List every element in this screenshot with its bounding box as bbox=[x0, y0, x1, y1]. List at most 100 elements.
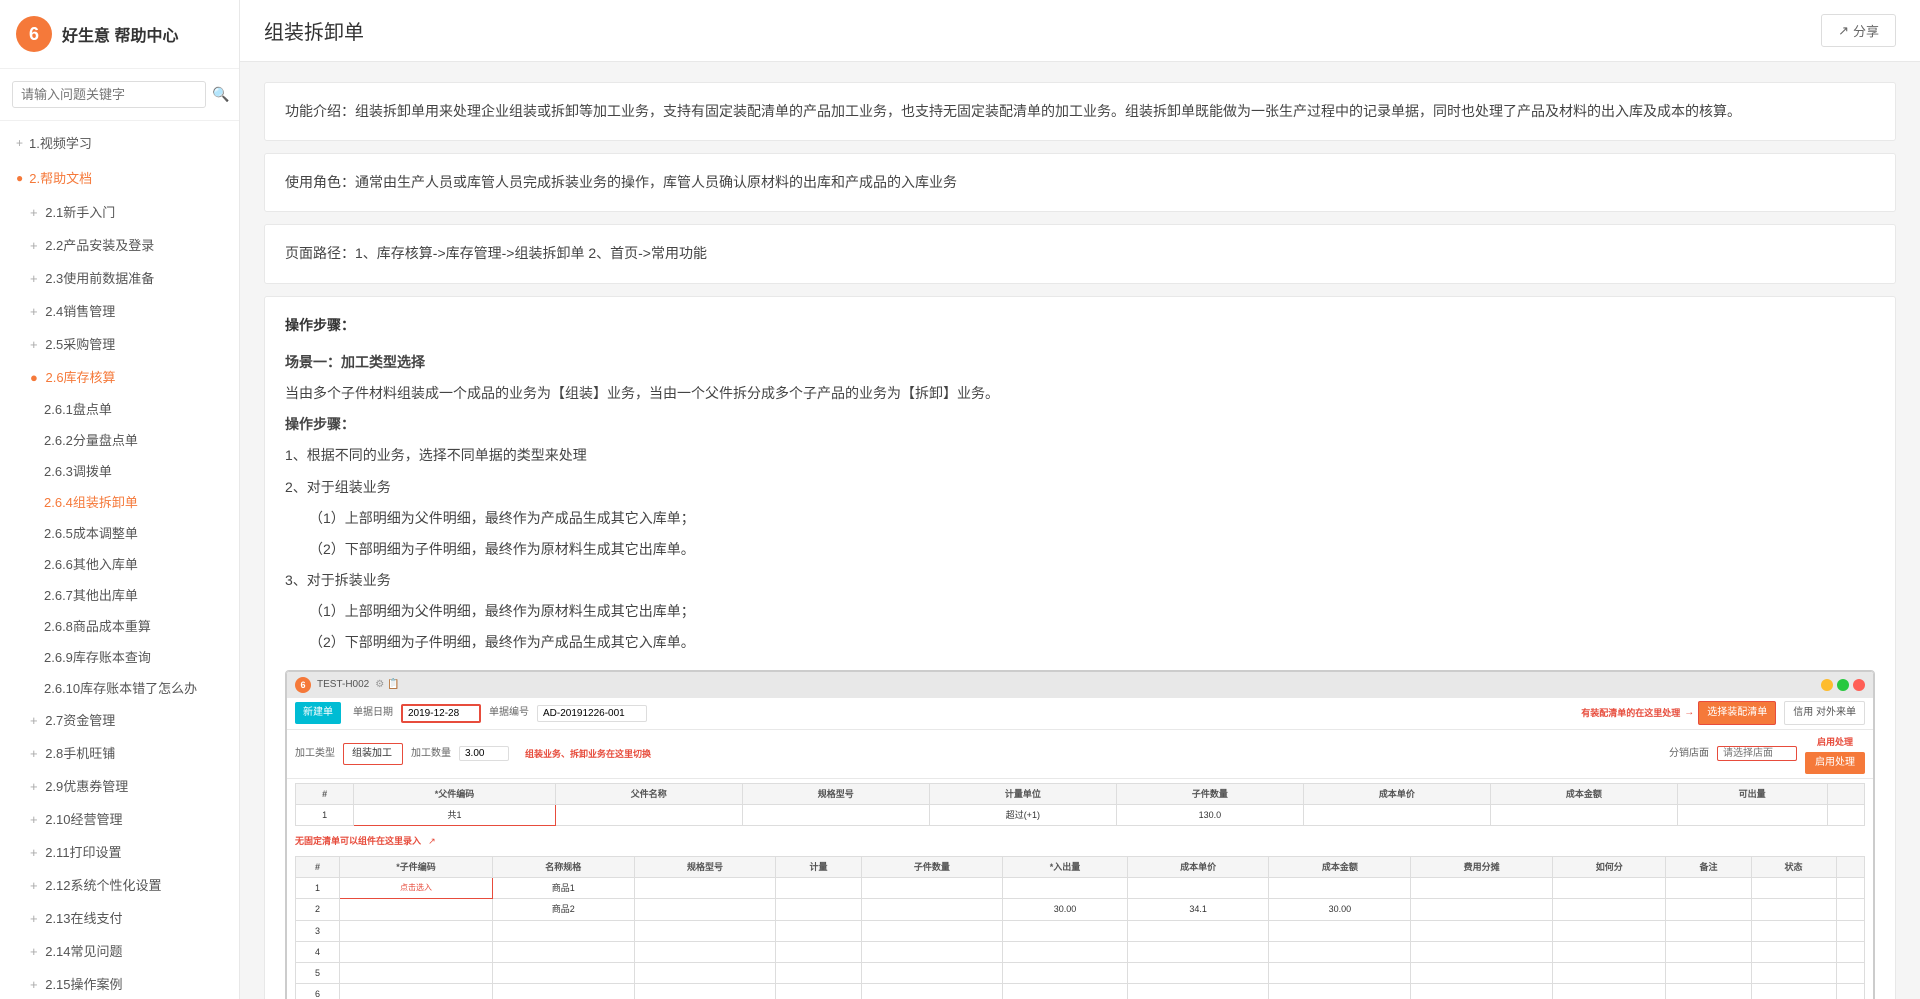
expand-icon-213: + bbox=[30, 911, 38, 926]
upper-th-name: 父件名称 bbox=[555, 783, 742, 804]
lower-row-4: 4 bbox=[296, 941, 1865, 962]
lower-th-allot: 费用分摊 bbox=[1411, 856, 1553, 877]
upper-th-qty: 子件数量 bbox=[1116, 783, 1303, 804]
lower-th-costamt: 成本金额 bbox=[1269, 856, 1411, 877]
lower-th-code: *子件编码 bbox=[340, 856, 493, 877]
lower-row-2: 2 商品2 30.00 34.1 30.00 bbox=[296, 899, 1865, 920]
upper-th-ops bbox=[1827, 783, 1865, 804]
role-text: 使用角色：通常由生产人员或库管人员完成拆装业务的操作，库管人员确认原材料的出库和… bbox=[285, 174, 957, 190]
annotation3-text: 组装业务、拆卸业务在这里切换 bbox=[525, 746, 651, 762]
app-title-bar-left: 6 TEST-H002 ⚙ 📋 bbox=[295, 676, 399, 694]
upper-th-cost: 成本单价 bbox=[1303, 783, 1490, 804]
app-nav-icons: ⚙ 📋 bbox=[375, 676, 399, 694]
sidebar-item-docs-27[interactable]: + 2.7资金管理 bbox=[0, 703, 239, 736]
upper-th-spec: 规格型号 bbox=[742, 783, 929, 804]
step1-2: 2、对于组装业务 bbox=[285, 475, 1875, 500]
step1-label: 操作步骤： bbox=[285, 412, 1875, 437]
app-logo-icon: 6 bbox=[295, 677, 311, 693]
date-input-mock[interactable] bbox=[401, 704, 481, 723]
step2-1b: （2）下部明细为子件明细，最终作为原材料生成其它出库单。 bbox=[309, 537, 1875, 562]
sidebar-item-docs-214[interactable]: + 2.14常见问题 bbox=[0, 934, 239, 967]
credit-btn[interactable]: 信用 对外来单 bbox=[1784, 701, 1865, 725]
win-min-btn[interactable] bbox=[1821, 679, 1833, 691]
path-card: 页面路径：1、库存核算->库存管理->组装拆卸单 2、首页->常用功能 bbox=[264, 224, 1896, 283]
sidebar-item-265[interactable]: 2.6.5成本调整单 bbox=[0, 517, 239, 548]
main-area: 组装拆卸单 ↗ 分享 功能介绍：组装拆卸单用来处理企业组装或拆卸等加工业务，支持… bbox=[240, 0, 1920, 999]
expand-icon-210: + bbox=[30, 812, 38, 827]
lower-th-remark: 备注 bbox=[1666, 856, 1751, 877]
sidebar-item-262[interactable]: 2.6.2分量盘点单 bbox=[0, 424, 239, 455]
search-box: 🔍 bbox=[0, 69, 239, 121]
search-button[interactable]: 🔍 bbox=[212, 86, 229, 103]
upper-td-unit: 超过(+1) bbox=[929, 805, 1116, 826]
sidebar-item-269[interactable]: 2.6.9库存账本查询 bbox=[0, 641, 239, 672]
sidebar: 6 好生意 帮助中心 🔍 + 1.视频学习 ● 2.帮助文档 + 2.1新手入门… bbox=[0, 0, 240, 999]
sidebar-logo: 6 好生意 帮助中心 bbox=[0, 0, 239, 69]
expand-icon-215: + bbox=[30, 977, 38, 992]
sidebar-item-docs-213[interactable]: + 2.13在线支付 bbox=[0, 901, 239, 934]
new-btn[interactable]: 新建单 bbox=[295, 702, 341, 724]
page-title: 组装拆卸单 bbox=[264, 16, 364, 45]
sidebar-item-docs-211[interactable]: + 2.11打印设置 bbox=[0, 835, 239, 868]
warehouse-label-mock: 分销店面 bbox=[1669, 745, 1709, 763]
upper-table-row: 1 共1 超过(+1) 130.0 bbox=[296, 805, 1865, 826]
type-label-mock: 加工类型 bbox=[295, 745, 335, 763]
sidebar-item-2610[interactable]: 2.6.10库存账本错了怎么办 bbox=[0, 672, 239, 703]
expand-icon-23: + bbox=[30, 271, 38, 286]
select-bom-btn[interactable]: 选择装配清单 bbox=[1698, 701, 1776, 725]
annotation4-text: 启用处理 bbox=[1817, 734, 1853, 750]
upper-td-avail bbox=[1677, 805, 1827, 826]
main-header: 组装拆卸单 ↗ 分享 bbox=[240, 0, 1920, 62]
sidebar-item-docs-22[interactable]: + 2.2产品安装及登录 bbox=[0, 228, 239, 261]
share-icon: ↗ bbox=[1838, 23, 1849, 39]
win-max-btn[interactable] bbox=[1837, 679, 1849, 691]
lower-table: # *子件编码 名称规格 规格型号 计量 子件数量 *入出量 成本单价 成本金额 bbox=[295, 856, 1865, 999]
expand-icon-29: + bbox=[30, 779, 38, 794]
sidebar-item-263[interactable]: 2.6.3调拨单 bbox=[0, 455, 239, 486]
screenshot-mock: 6 TEST-H002 ⚙ 📋 新建单 bbox=[285, 670, 1875, 999]
warehouse-input-mock[interactable] bbox=[1717, 746, 1797, 761]
sidebar-item-261[interactable]: 2.6.1盘点单 bbox=[0, 393, 239, 424]
app-title-bar-right bbox=[1821, 679, 1865, 691]
sidebar-item-docs-215[interactable]: + 2.15操作案例 bbox=[0, 967, 239, 999]
sidebar-item-266[interactable]: 2.6.6其他入库单 bbox=[0, 548, 239, 579]
upper-td-qty: 130.0 bbox=[1116, 805, 1303, 826]
lower-th-unit: 计量 bbox=[776, 856, 861, 877]
sidebar-item-268[interactable]: 2.6.8商品成本重算 bbox=[0, 610, 239, 641]
logo-icon: 6 bbox=[16, 16, 52, 52]
sidebar-item-docs-21[interactable]: + 2.1新手入门 bbox=[0, 195, 239, 228]
sidebar-item-docs-24[interactable]: + 2.4销售管理 bbox=[0, 294, 239, 327]
collapse-icon-26: ● bbox=[30, 370, 38, 385]
lower-th-ops bbox=[1836, 856, 1864, 877]
no-input-mock[interactable] bbox=[537, 705, 647, 722]
app-title-bar: 6 TEST-H002 ⚙ 📋 bbox=[287, 672, 1873, 698]
expand-icon-24: + bbox=[30, 304, 38, 319]
logo-text: 好生意 帮助中心 bbox=[62, 22, 178, 46]
sidebar-item-docs-25[interactable]: + 2.5采购管理 bbox=[0, 327, 239, 360]
sidebar-item-video[interactable]: + 1.视频学习 bbox=[0, 125, 239, 160]
sidebar-item-docs-26[interactable]: ● 2.6库存核算 bbox=[0, 360, 239, 393]
lower-th-inout: *入出量 bbox=[1003, 856, 1127, 877]
step1-3: 3、对于拆装业务 bbox=[285, 568, 1875, 593]
annotation1-text: 有装配清单的在这里处理 bbox=[1581, 705, 1680, 721]
sidebar-item-docs-23[interactable]: + 2.3使用前数据准备 bbox=[0, 261, 239, 294]
sidebar-item-docs[interactable]: ● 2.帮助文档 bbox=[0, 160, 239, 195]
sidebar-item-docs-212[interactable]: + 2.12系统个性化设置 bbox=[0, 868, 239, 901]
sidebar-item-264[interactable]: 2.6.4组装拆卸单 bbox=[0, 486, 239, 517]
share-button[interactable]: ↗ 分享 bbox=[1821, 14, 1896, 47]
sidebar-item-docs-29[interactable]: + 2.9优惠券管理 bbox=[0, 769, 239, 802]
qty-input-mock[interactable] bbox=[459, 746, 509, 761]
sidebar-item-267[interactable]: 2.6.7其他出库单 bbox=[0, 579, 239, 610]
win-close-btn[interactable] bbox=[1853, 679, 1865, 691]
expand-icon-27: + bbox=[30, 713, 38, 728]
expand-icon-21: + bbox=[30, 205, 38, 220]
search-input[interactable] bbox=[12, 81, 206, 108]
sidebar-item-docs-28[interactable]: + 2.8手机旺铺 bbox=[0, 736, 239, 769]
annotation1-arrow: → bbox=[1684, 704, 1694, 722]
steps-card: 操作步骤： 场景一：加工类型选择 当由多个子件材料组装成一个成品的业务为【组装】… bbox=[264, 296, 1896, 999]
app-toolbar: 新建单 单据日期 单据编号 有装配清单的在这里处理 → 选择装配清单 bbox=[287, 698, 1873, 730]
upper-table-section: # *父件编码 父件名称 规格型号 计量单位 子件数量 成本单价 成本金额 可出… bbox=[287, 779, 1873, 830]
process-btn-mock[interactable]: 启用处理 bbox=[1805, 752, 1865, 774]
sidebar-item-docs-210[interactable]: + 2.10经营管理 bbox=[0, 802, 239, 835]
type-select-mock[interactable]: 组装加工 bbox=[343, 743, 403, 765]
